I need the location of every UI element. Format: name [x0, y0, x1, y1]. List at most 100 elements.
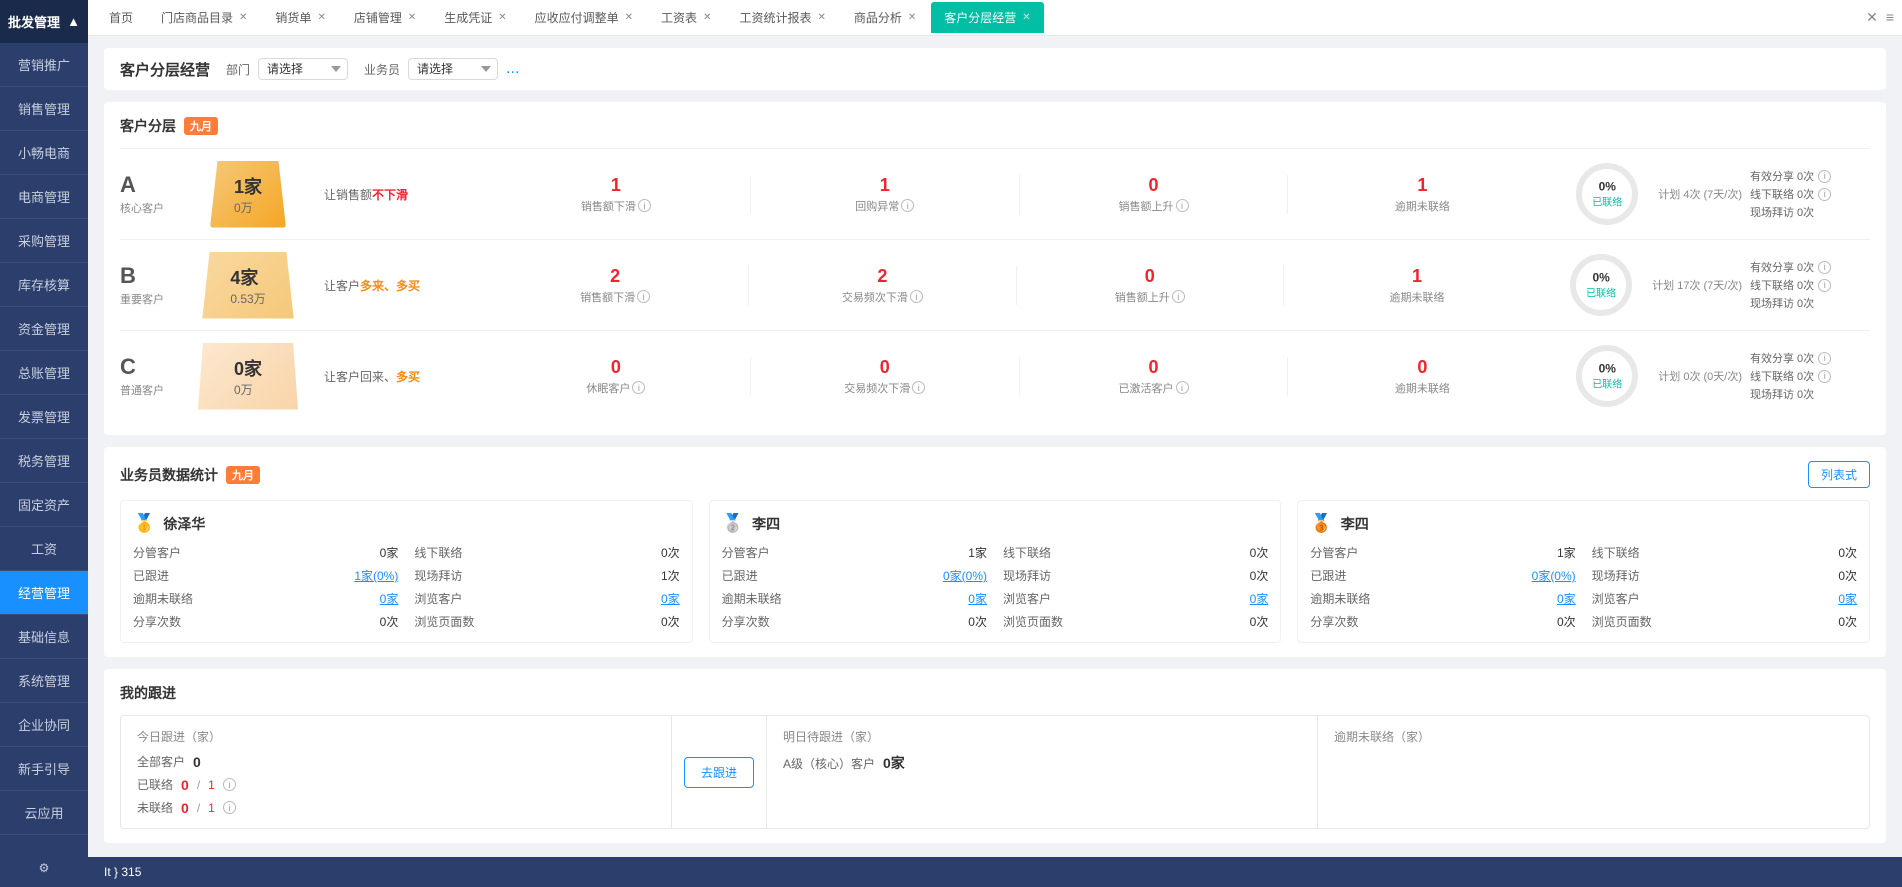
gear-icon[interactable]: ⚙ — [39, 861, 50, 875]
info-icon-c3[interactable]: i — [1176, 381, 1189, 394]
info-icon-c2[interactable]: i — [912, 381, 925, 394]
tab-close-all-icon[interactable]: ✕ — [1866, 9, 1878, 26]
tab-bar-actions: ✕ ≡ — [1866, 9, 1894, 26]
tier-shape-c: 0家 0万 — [188, 343, 308, 410]
sidebar-item-qyxt[interactable]: 企业协同 — [0, 703, 88, 747]
tab-store-mgmt[interactable]: 店铺管理 ✕ — [341, 2, 429, 33]
tier-c-stat-1: 0 休眠客户 i — [482, 357, 751, 396]
tab-payroll[interactable]: 工资表 ✕ — [648, 2, 724, 33]
sidebar-item-sw[interactable]: 税务管理 — [0, 439, 88, 483]
tab-close-customer-tier[interactable]: ✕ — [1022, 12, 1030, 23]
tier-label-c: C 普通客户 — [120, 354, 180, 398]
staff-0-followed: 已跟进 1家(0%) — [133, 567, 398, 584]
staff-0-medal: 🥇 — [133, 513, 155, 534]
tab-close-product-analysis[interactable]: ✕ — [908, 12, 916, 23]
sidebar-item-yxty[interactable]: 营销推广 — [0, 43, 88, 87]
tier-label-a: A 核心客户 — [120, 172, 180, 216]
staff-2-share: 分享次数 0次 — [1310, 613, 1575, 630]
tab-close-ar-ap-adjust[interactable]: ✕ — [625, 12, 633, 23]
tier-a-stat-4: 1 逾期未联络 — [1288, 175, 1556, 214]
followup-today-row-1: 全部客户 0 — [137, 753, 655, 770]
tier-b-stat-3: 0 销售额上升 i — [1017, 266, 1284, 305]
sidebar-item-fp[interactable]: 发票管理 — [0, 395, 88, 439]
info-icon-a3[interactable]: i — [1176, 199, 1189, 212]
sidebar-item-zj[interactable]: 资金管理 — [0, 307, 88, 351]
sidebar-item-xsgl[interactable]: 销售管理 — [0, 87, 88, 131]
sidebar-header[interactable]: 批发管理 ▲ — [0, 0, 88, 43]
sidebar-item-yy[interactable]: 云应用 — [0, 791, 88, 835]
tab-store-products[interactable]: 门店商品目录 ✕ — [148, 2, 260, 33]
info-icon-b1[interactable]: i — [637, 290, 650, 303]
tab-product-analysis[interactable]: 商品分析 ✕ — [841, 2, 929, 33]
tier-row-b: B 重要客户 4家 0.53万 让客户多来、多买 2 销售额下滑 i — [120, 239, 1870, 330]
list-view-button[interactable]: 列表式 — [1808, 461, 1870, 488]
sidebar-item-jcxx[interactable]: 基础信息 — [0, 615, 88, 659]
sidebar-item-kch[interactable]: 库存核算 — [0, 263, 88, 307]
tier-suggest-b: 让客户多来、多买 — [324, 277, 474, 294]
tier-label-b: B 重要客户 — [120, 263, 180, 307]
sidebar-item-xtgl[interactable]: 系统管理 — [0, 659, 88, 703]
info-icon-b2[interactable]: i — [910, 290, 923, 303]
staff-0-share: 分享次数 0次 — [133, 613, 398, 630]
tier-suggest-a: 让销售额不下滑 — [324, 186, 474, 203]
staff-2-browse-pages: 浏览页面数 0次 — [1592, 613, 1857, 630]
sidebar-item-gz[interactable]: 工资 — [0, 527, 88, 571]
info-icon-today-unlinked[interactable]: i — [223, 801, 236, 814]
more-filters-icon[interactable]: ... — [506, 60, 519, 78]
info-icon-b-offline[interactable]: i — [1818, 279, 1831, 292]
info-icon-b-share[interactable]: i — [1818, 261, 1831, 274]
staff-stats-section: 业务员数据统计 九月 列表式 🥇 徐泽华 分管客户 0家 — [104, 447, 1886, 657]
tab-close-sales-order[interactable]: ✕ — [317, 12, 325, 23]
sidebar-item-jygl[interactable]: 经营管理 — [0, 571, 88, 615]
info-icon-c1[interactable]: i — [632, 381, 645, 394]
customer-tiers-section: 客户分层 九月 A 核心客户 1家 0万 让销售额不下滑 — [104, 102, 1886, 435]
followup-overdue-title: 逾期未联络（家） — [1334, 728, 1853, 745]
staff-2-stats: 分管客户 1家 线下联络 0次 已跟进 0家(0%) 现场拜访 — [1310, 544, 1857, 630]
sidebar-item-xcd[interactable]: 小畅电商 — [0, 131, 88, 175]
followup-tomorrow-row-1: A级（核心）客户 0家 — [783, 753, 1301, 773]
staff-select[interactable]: 请选择 — [408, 58, 498, 80]
tier-b-plan: 计划 17次 (7天/次) — [1652, 277, 1742, 293]
info-icon-b3[interactable]: i — [1172, 290, 1185, 303]
sidebar-item-gdzc[interactable]: 固定资产 — [0, 483, 88, 527]
tab-more-icon[interactable]: ≡ — [1886, 9, 1894, 26]
staff-2-name: 李四 — [1341, 514, 1369, 534]
info-icon-today-linked[interactable]: i — [223, 778, 236, 791]
tab-customer-tier[interactable]: 客户分层经营 ✕ — [931, 2, 1043, 33]
sidebar-item-dsg[interactable]: 电商管理 — [0, 175, 88, 219]
tab-close-generate-voucher[interactable]: ✕ — [498, 12, 506, 23]
tab-close-payroll[interactable]: ✕ — [703, 12, 711, 23]
tier-a-right-stats: 有效分享 0次 i 线下联络 0次 i 现场拜访 0次 — [1750, 168, 1870, 220]
info-icon-a-share[interactable]: i — [1818, 170, 1831, 183]
staff-header: 业务员数据统计 九月 列表式 — [120, 461, 1870, 488]
followup-section-title: 我的跟进 — [120, 683, 1870, 703]
staff-2-visit: 现场拜访 0次 — [1592, 567, 1857, 584]
sidebar-item-zz[interactable]: 总账管理 — [0, 351, 88, 395]
tab-close-store-mgmt[interactable]: ✕ — [408, 12, 416, 23]
tab-generate-voucher[interactable]: 生成凭证 ✕ — [431, 2, 519, 33]
info-icon-c-offline[interactable]: i — [1818, 370, 1831, 383]
sidebar-item-cg[interactable]: 采购管理 — [0, 219, 88, 263]
sidebar-collapse-icon[interactable]: ▲ — [67, 14, 80, 29]
dept-select[interactable]: 请选择 — [258, 58, 348, 80]
info-icon-a2[interactable]: i — [901, 199, 914, 212]
followup-section: 我的跟进 今日跟进（家） 全部客户 0 已联络 0 / 1 i — [104, 669, 1886, 843]
sidebar-item-xsyd[interactable]: 新手引导 — [0, 747, 88, 791]
info-icon-a-offline[interactable]: i — [1818, 188, 1831, 201]
info-icon-c-share[interactable]: i — [1818, 352, 1831, 365]
tier-suggest-c: 让客户回来、多买 — [324, 368, 474, 385]
followup-today-col: 今日跟进（家） 全部客户 0 已联络 0 / 1 i 未联络 0 — [121, 716, 672, 828]
tab-sales-order[interactable]: 销货单 ✕ — [262, 2, 338, 33]
tab-home[interactable]: 首页 — [96, 2, 146, 33]
tab-payroll-report[interactable]: 工资统计报表 ✕ — [726, 2, 838, 33]
tab-close-payroll-report[interactable]: ✕ — [817, 12, 825, 23]
tiers-month-badge: 九月 — [184, 117, 218, 135]
tab-bar: 首页 门店商品目录 ✕ 销货单 ✕ 店铺管理 ✕ 生成凭证 ✕ 应收应付调整单 … — [88, 0, 1902, 36]
sidebar-settings[interactable]: ⚙ — [0, 849, 88, 887]
followup-grid: 今日跟进（家） 全部客户 0 已联络 0 / 1 i 未联络 0 — [120, 715, 1870, 829]
info-icon-a1[interactable]: i — [638, 199, 651, 212]
tab-ar-ap-adjust[interactable]: 应收应付调整单 ✕ — [522, 2, 646, 33]
go-followup-button[interactable]: 去跟进 — [684, 757, 754, 788]
tab-close-store-products[interactable]: ✕ — [239, 12, 247, 23]
followup-tomorrow-col: 明日待跟进（家） A级（核心）客户 0家 — [767, 716, 1318, 828]
